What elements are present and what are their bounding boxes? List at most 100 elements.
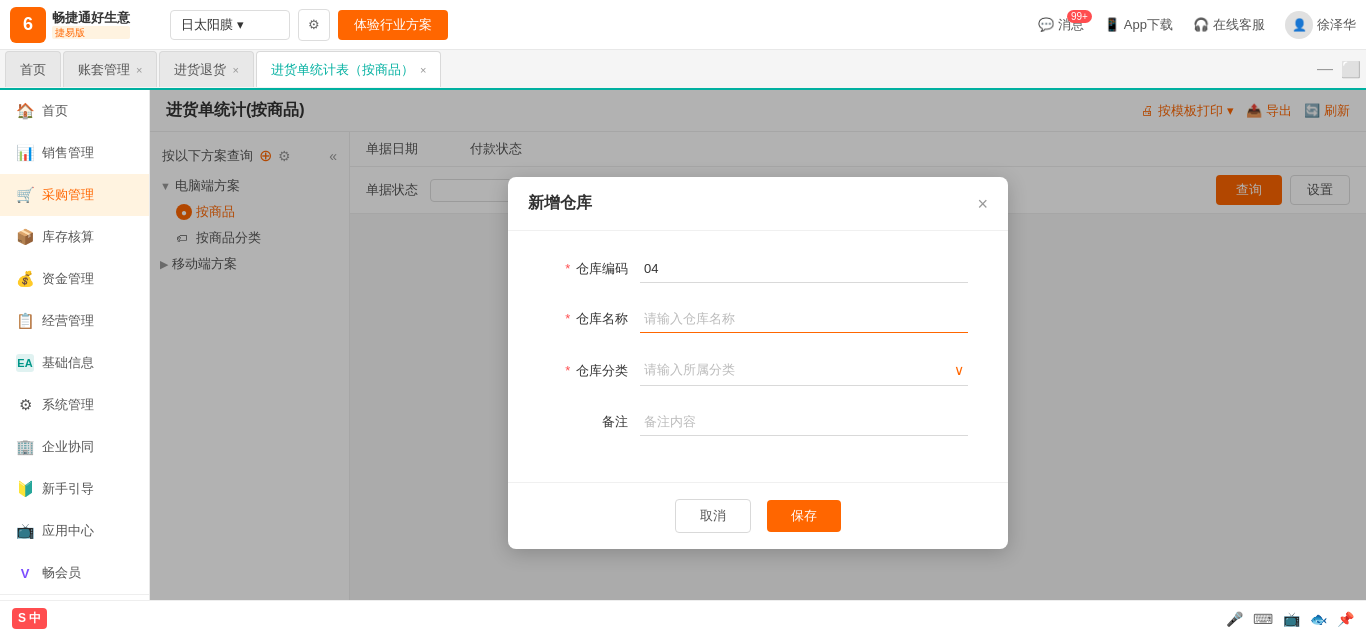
code-label: * 仓库编码 <box>548 260 628 278</box>
member-icon: V <box>16 564 34 582</box>
name-required-star: * <box>565 311 570 326</box>
logo-area: 6 畅捷通好生意 捷易版 <box>10 7 160 43</box>
remark-label: 备注 <box>548 413 628 431</box>
name-field-row: * 仓库名称 <box>548 305 968 333</box>
pin-icon[interactable]: 📌 <box>1337 611 1354 627</box>
category-placeholder: 请输入所属分类 <box>644 361 954 379</box>
sidebar-item-home[interactable]: 🏠 首页 <box>0 90 149 132</box>
username: 徐泽华 <box>1317 16 1356 34</box>
headphone-icon: 🎧 <box>1193 17 1209 32</box>
bottom-bar: S 中 🎤 ⌨ 📺 🐟 📌 <box>0 600 1366 636</box>
base-info-icon: EA <box>16 354 34 372</box>
tab-purchase-return-label: 进货退货 <box>174 61 226 79</box>
sidebar-label-home: 首页 <box>42 102 68 120</box>
operations-icon: 📋 <box>16 312 34 330</box>
header-right: 💬 消息 99+ 📱 App下载 🎧 在线客服 👤 徐泽华 <box>1038 11 1356 39</box>
purchase-icon: 🛒 <box>16 186 34 204</box>
save-button[interactable]: 保存 <box>767 500 841 532</box>
category-required-star: * <box>565 363 570 378</box>
brand-name: 畅捷通好生意 <box>52 10 130 27</box>
app-download-label: App下载 <box>1124 16 1173 34</box>
header-search: 日太阳膜 ▾ ⚙ 体验行业方案 <box>170 9 448 41</box>
settings-button[interactable]: ⚙ <box>298 9 330 41</box>
dialog-body: * 仓库编码 * 仓库名称 <box>508 231 1008 482</box>
sidebar-label-base-info: 基础信息 <box>42 354 94 372</box>
dialog-title: 新增仓库 <box>528 193 592 214</box>
chevron-down-icon: ▾ <box>237 17 244 32</box>
sidebar-item-system[interactable]: ⚙ 系统管理 <box>0 384 149 426</box>
customer-service-button[interactable]: 🎧 在线客服 <box>1193 16 1265 34</box>
guide-icon: 🔰 <box>16 480 34 498</box>
service-label: 在线客服 <box>1213 16 1265 34</box>
finance-icon: 💰 <box>16 270 34 288</box>
name-label-text: 仓库名称 <box>576 311 628 326</box>
sidebar-item-member[interactable]: V 畅会员 <box>0 552 149 594</box>
sidebar-label-operations: 经营管理 <box>42 312 94 330</box>
tab-purchase-stat[interactable]: 进货单统计表（按商品） × <box>256 51 441 87</box>
tab-account-close[interactable]: × <box>136 64 142 76</box>
content-area: 进货单统计(按商品) 🖨 按模板打印 ▾ 📤 导出 🔄 刷新 <box>150 90 1366 636</box>
sidebar-item-operations[interactable]: 📋 经营管理 <box>0 300 149 342</box>
tab-controls: — ⬜ <box>1317 60 1361 79</box>
sidebar-item-sales[interactable]: 📊 销售管理 <box>0 132 149 174</box>
bottom-logo: S 中 <box>12 608 47 629</box>
tab-purchase-return[interactable]: 进货退货 × <box>159 51 253 87</box>
remark-input[interactable] <box>640 408 968 436</box>
mic-icon[interactable]: 🎤 <box>1226 611 1243 627</box>
enterprise-icon: 🏢 <box>16 438 34 456</box>
tab-purchase-return-close[interactable]: × <box>232 64 238 76</box>
tab-purchase-stat-label: 进货单统计表（按商品） <box>271 61 414 79</box>
cancel-button[interactable]: 取消 <box>675 499 751 533</box>
keyboard-icon[interactable]: ⌨ <box>1253 611 1273 627</box>
sidebar-item-finance[interactable]: 💰 资金管理 <box>0 258 149 300</box>
messages-button[interactable]: 💬 消息 99+ <box>1038 16 1084 34</box>
logo-icon: 6 <box>10 7 46 43</box>
sidebar-label-purchase: 采购管理 <box>42 186 94 204</box>
sidebar-label-app-center: 应用中心 <box>42 522 94 540</box>
dialog-overlay: 新增仓库 × * 仓库编码 * <box>150 90 1366 636</box>
sidebar-item-inventory[interactable]: 📦 库存核算 <box>0 216 149 258</box>
sidebar-item-enterprise[interactable]: 🏢 企业协同 <box>0 426 149 468</box>
code-field-row: * 仓库编码 <box>548 255 968 283</box>
tab-minimize-icon[interactable]: — <box>1317 60 1333 78</box>
category-label: * 仓库分类 <box>548 362 628 380</box>
inventory-icon: 📦 <box>16 228 34 246</box>
category-select[interactable]: 请输入所属分类 ∨ <box>640 355 968 386</box>
tab-purchase-stat-close[interactable]: × <box>420 64 426 76</box>
tab-home[interactable]: 首页 <box>5 51 61 87</box>
sidebar-item-app-center[interactable]: 📺 应用中心 <box>0 510 149 552</box>
sidebar-item-base-info[interactable]: EA 基础信息 <box>0 342 149 384</box>
search-dropdown[interactable]: 日太阳膜 ▾ <box>170 10 290 40</box>
fish-icon[interactable]: 🐟 <box>1310 611 1327 627</box>
avatar: 👤 <box>1285 11 1313 39</box>
sidebar-label-system: 系统管理 <box>42 396 94 414</box>
new-warehouse-dialog: 新增仓库 × * 仓库编码 * <box>508 177 1008 549</box>
sidebar-item-purchase[interactable]: 🛒 采购管理 <box>0 174 149 216</box>
messages-badge: 99+ <box>1067 10 1092 23</box>
dialog-header: 新增仓库 × <box>508 177 1008 231</box>
app-download-button[interactable]: 📱 App下载 <box>1104 16 1173 34</box>
sidebar-label-sales: 销售管理 <box>42 144 94 162</box>
sidebar-item-guide[interactable]: 🔰 新手引导 <box>0 468 149 510</box>
tab-home-label: 首页 <box>20 61 46 79</box>
try-industry-button[interactable]: 体验行业方案 <box>338 10 448 40</box>
sales-icon: 📊 <box>16 144 34 162</box>
sidebar-label-inventory: 库存核算 <box>42 228 94 246</box>
code-input[interactable] <box>640 255 968 283</box>
name-input[interactable] <box>640 305 968 333</box>
sidebar-label-member: 畅会员 <box>42 564 81 582</box>
monitor-icon[interactable]: 📺 <box>1283 611 1300 627</box>
sidebar-label-finance: 资金管理 <box>42 270 94 288</box>
name-label: * 仓库名称 <box>548 310 628 328</box>
user-menu[interactable]: 👤 徐泽华 <box>1285 11 1356 39</box>
code-required-star: * <box>565 261 570 276</box>
dialog-close-button[interactable]: × <box>977 195 988 213</box>
system-icon: ⚙ <box>16 396 34 414</box>
tab-account[interactable]: 账套管理 × <box>63 51 157 87</box>
top-header: 6 畅捷通好生意 捷易版 日太阳膜 ▾ ⚙ 体验行业方案 💬 消息 99+ 📱 … <box>0 0 1366 50</box>
category-dropdown-arrow: ∨ <box>954 362 964 378</box>
message-icon: 💬 <box>1038 17 1054 32</box>
remark-field-row: 备注 <box>548 408 968 436</box>
code-label-text: 仓库编码 <box>576 261 628 276</box>
tab-maximize-icon[interactable]: ⬜ <box>1341 60 1361 79</box>
